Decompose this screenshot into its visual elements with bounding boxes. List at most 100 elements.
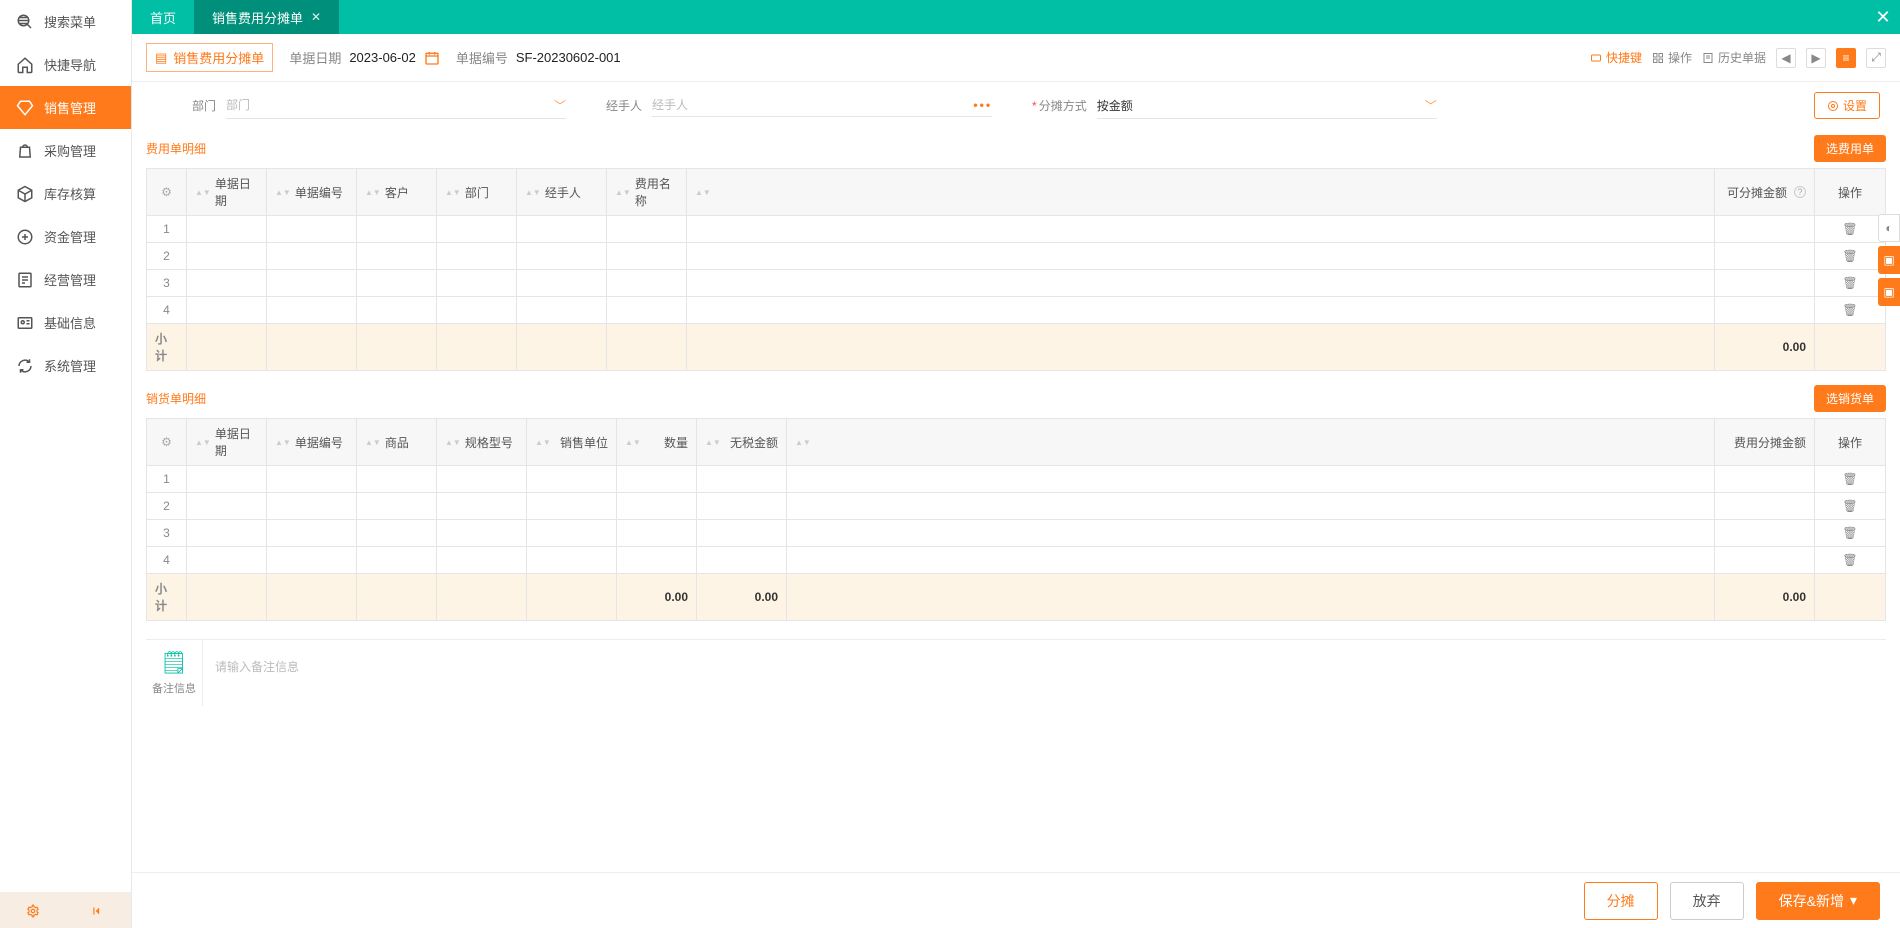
sort-icon[interactable]: ▲▼ [705, 440, 721, 445]
sidebar-item-basicinfo[interactable]: 基础信息 [0, 301, 131, 344]
sidebar-item-system[interactable]: 系统管理 [0, 344, 131, 387]
trash-icon[interactable]: 🗑 [1842, 222, 1857, 236]
sort-icon[interactable]: ▲▼ [695, 190, 711, 195]
sidebar-item-quicknav[interactable]: 快捷导航 [0, 43, 131, 86]
col-alloc: 可分摊金额 [1727, 184, 1787, 201]
select-sales-button[interactable]: 选销货单 [1814, 385, 1886, 412]
sort-icon[interactable]: ▲▼ [445, 440, 461, 445]
fly-tab-2[interactable]: ▣ [1878, 246, 1900, 274]
prev-doc-icon[interactable]: ◀ [1776, 48, 1796, 68]
trash-icon[interactable]: 🗑 [1842, 249, 1857, 263]
bag-icon [16, 142, 34, 160]
subtotal-row: 小计0.000.000.00 [147, 574, 1885, 620]
table-row[interactable]: 4🗑 [147, 297, 1885, 324]
operate-button[interactable]: 操作 [1652, 49, 1692, 66]
sort-icon[interactable]: ▲▼ [615, 190, 631, 195]
save-add-button[interactable]: 保存&新增▾ [1756, 882, 1880, 920]
more-icon[interactable]: ••• [973, 98, 992, 112]
table-row[interactable]: 2🗑 [147, 243, 1885, 270]
shortcut-button[interactable]: 快捷键 [1590, 49, 1642, 66]
method-input[interactable]: ﹀ [1097, 93, 1437, 119]
sort-icon[interactable]: ▲▼ [275, 190, 291, 195]
tabbar: 首页 销售费用分摊单 ✕ ✕ [132, 0, 1900, 34]
sidebar-label: 资金管理 [44, 227, 96, 246]
sync-icon [16, 357, 34, 375]
tab-home[interactable]: 首页 [132, 0, 194, 34]
sort-icon[interactable]: ▲▼ [275, 440, 291, 445]
select-expense-button[interactable]: 选费用单 [1814, 135, 1886, 162]
table-row[interactable]: 4🗑 [147, 547, 1885, 574]
id-icon [16, 314, 34, 332]
dept-input-field[interactable] [226, 98, 554, 112]
sidebar-item-operation[interactable]: 经营管理 [0, 258, 131, 301]
col-amount: 无税金额 [730, 434, 778, 451]
sidebar: 搜索菜单 快捷导航 销售管理 采购管理 库存核算 资金管理 [0, 0, 132, 928]
sidebar-settings-icon[interactable] [0, 893, 66, 928]
note-icon: 🗒 [160, 650, 188, 676]
table-row[interactable]: 3🗑 [147, 270, 1885, 297]
sort-icon[interactable]: ▲▼ [195, 190, 211, 195]
table-row[interactable]: 2🗑 [147, 493, 1885, 520]
remarks-input[interactable] [215, 660, 1874, 674]
handler-input[interactable]: ••• [652, 94, 992, 117]
trash-icon[interactable]: 🗑 [1842, 276, 1857, 290]
date-value[interactable]: 2023-06-02 [349, 50, 416, 65]
view-expand-icon[interactable]: ⤢ [1866, 48, 1886, 68]
docno-label: 单据编号 [456, 48, 508, 67]
sidebar-label: 销售管理 [44, 98, 96, 117]
sort-icon[interactable]: ▲▼ [445, 190, 461, 195]
remarks: 🗒 备注信息 [146, 639, 1886, 706]
settings-button[interactable]: 设置 [1814, 92, 1880, 119]
gear-icon[interactable]: ⚙ [161, 185, 172, 199]
handler-input-field[interactable] [652, 98, 973, 112]
fly-tab-1[interactable]: ◐ [1878, 214, 1900, 242]
sort-icon[interactable]: ▲▼ [365, 190, 381, 195]
next-doc-icon[interactable]: ▶ [1806, 48, 1826, 68]
col-handler: 经手人 [545, 184, 581, 201]
table-row[interactable]: 3🗑 [147, 520, 1885, 547]
sort-icon[interactable]: ▲▼ [535, 440, 551, 445]
sidebar-label: 库存核算 [44, 184, 96, 203]
home-icon [16, 56, 34, 74]
trash-icon[interactable]: 🗑 [1842, 526, 1857, 540]
sort-icon[interactable]: ▲▼ [795, 440, 811, 445]
tab-current-label: 销售费用分摊单 [212, 8, 303, 27]
trash-icon[interactable]: 🗑 [1842, 303, 1857, 317]
help-icon[interactable]: ? [1794, 186, 1806, 198]
expense-table: ⚙ ▲▼单据日期 ▲▼单据编号 ▲▼客户 ▲▼部门 ▲▼经手人 ▲▼费用名称 ▲… [146, 168, 1886, 371]
discard-button[interactable]: 放弃 [1670, 882, 1744, 920]
table-row[interactable]: 1🗑 [147, 466, 1885, 493]
chevron-down-icon[interactable]: ﹀ [554, 97, 566, 114]
sidebar-collapse-icon[interactable] [66, 893, 132, 928]
tab-current[interactable]: 销售费用分摊单 ✕ [194, 0, 339, 34]
calendar-icon[interactable] [424, 50, 440, 66]
method-input-field[interactable] [1097, 98, 1425, 112]
sort-icon[interactable]: ▲▼ [625, 440, 641, 445]
chevron-down-icon[interactable]: ﹀ [1425, 97, 1437, 114]
trash-icon[interactable]: 🗑 [1842, 472, 1857, 486]
sidebar-item-inventory[interactable]: 库存核算 [0, 172, 131, 215]
close-icon[interactable]: ✕ [311, 10, 321, 24]
sort-icon[interactable]: ▲▼ [195, 440, 211, 445]
col-qty: 数量 [664, 434, 688, 451]
sort-icon[interactable]: ▲▼ [525, 190, 541, 195]
alloc-button[interactable]: 分摊 [1584, 882, 1658, 920]
close-all-tabs[interactable]: ✕ [1866, 0, 1900, 34]
sidebar-item-search[interactable]: 搜索菜单 [0, 0, 131, 43]
sidebar-item-purchase[interactable]: 采购管理 [0, 129, 131, 172]
view-list-icon[interactable]: ≡ [1836, 48, 1856, 68]
trash-icon[interactable]: 🗑 [1842, 499, 1857, 513]
col-customer: 客户 [385, 184, 409, 201]
sort-icon[interactable]: ▲▼ [365, 440, 381, 445]
gear-icon[interactable]: ⚙ [161, 435, 172, 449]
table-row[interactable]: 1🗑 [147, 216, 1885, 243]
doc-title-text: 销售费用分摊单 [173, 48, 264, 67]
col-spec: 规格型号 [465, 434, 513, 451]
sidebar-item-sales[interactable]: 销售管理 [0, 86, 131, 129]
trash-icon[interactable]: 🗑 [1842, 553, 1857, 567]
dept-input[interactable]: ﹀ [226, 93, 566, 119]
sidebar-item-funds[interactable]: 资金管理 [0, 215, 131, 258]
tab-home-label: 首页 [150, 8, 176, 27]
fly-tab-3[interactable]: ▣ [1878, 278, 1900, 306]
history-button[interactable]: 历史单据 [1702, 49, 1766, 66]
